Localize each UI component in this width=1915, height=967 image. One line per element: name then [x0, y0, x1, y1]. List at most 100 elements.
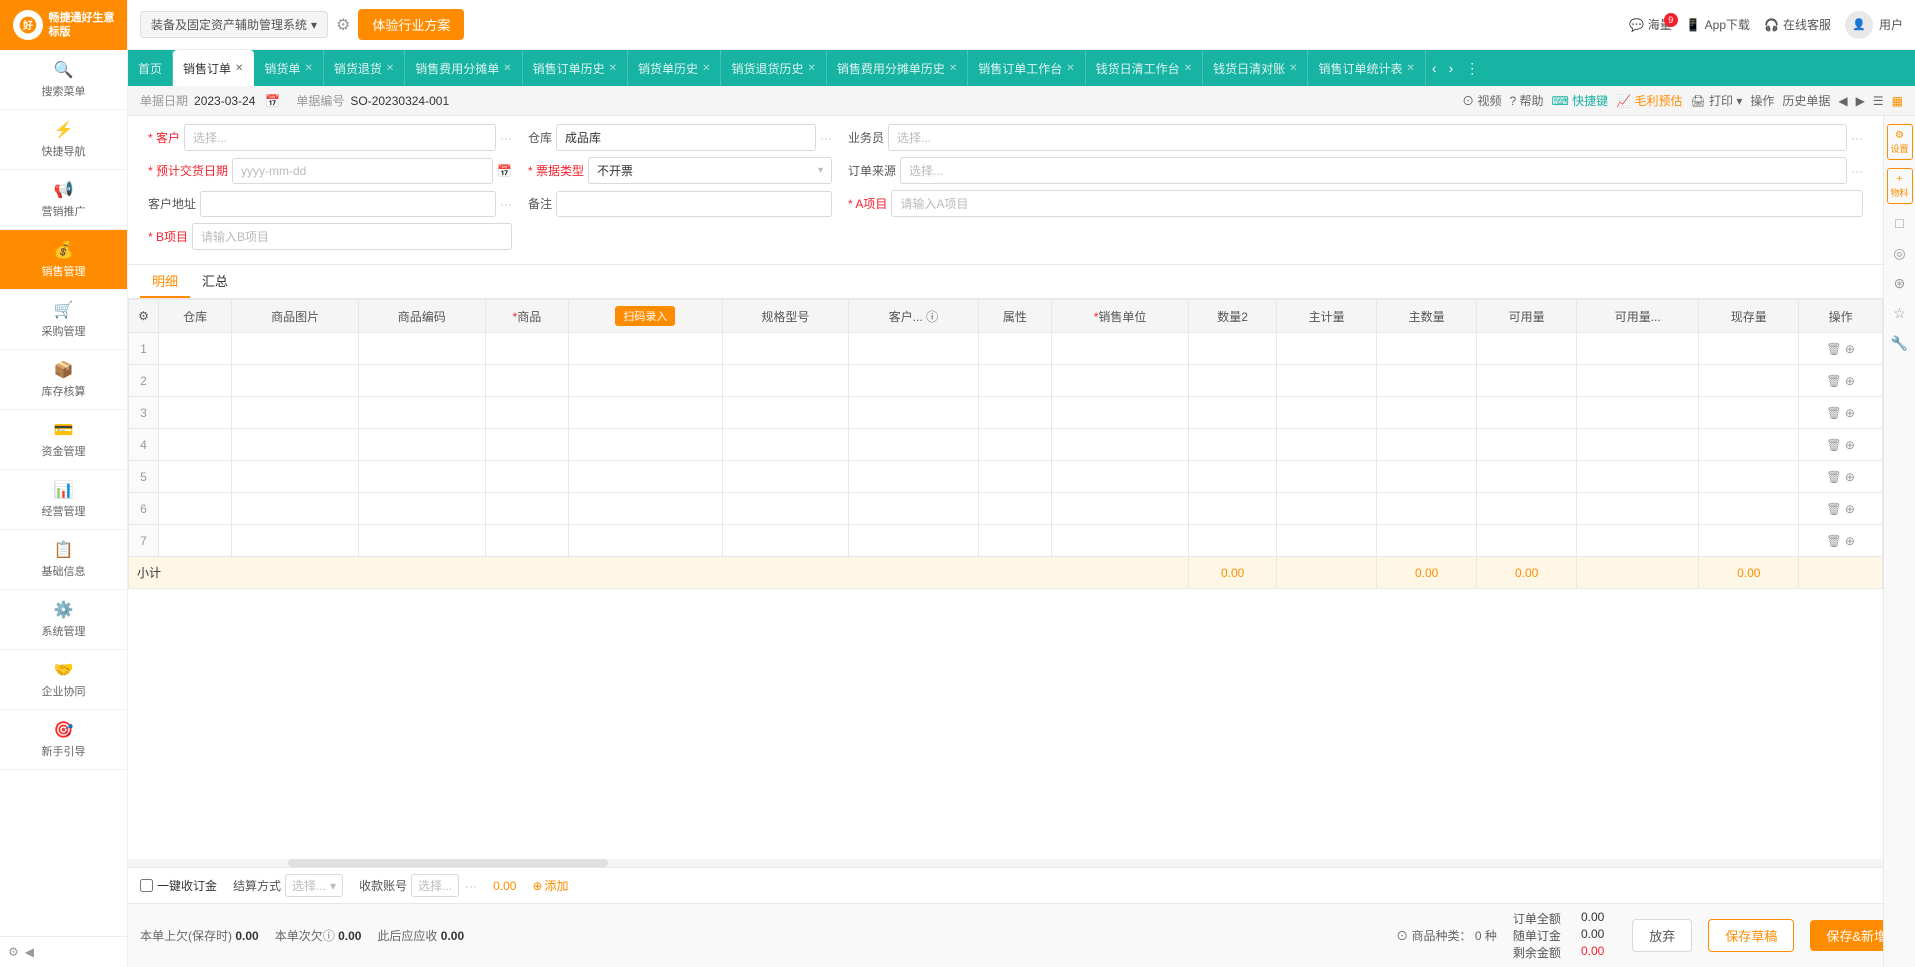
scan-button[interactable]: 扫码录入	[615, 306, 675, 326]
panel-icon-6[interactable]: ☆	[1889, 302, 1911, 324]
tab-goods-history[interactable]: 销货单历史 ✕	[628, 50, 721, 86]
delete-icon[interactable]: 🗑	[1826, 534, 1841, 548]
settings-icon[interactable]: ⚙	[8, 945, 19, 959]
tab-close-icon[interactable]: ✕	[807, 63, 815, 74]
system-selector[interactable]: 装备及固定资产辅助管理系统 ▾	[140, 11, 328, 38]
copy-icon[interactable]: ⊕	[1845, 438, 1855, 452]
row-1-spec[interactable]	[722, 333, 849, 365]
settlement-select[interactable]: 选择... ▾	[285, 874, 343, 897]
tab-close-icon[interactable]: ✕	[1066, 63, 1074, 74]
notice-badge[interactable]: 💬 9 海量	[1629, 16, 1671, 33]
sidebar-item-finance[interactable]: 💳 资金管理	[0, 410, 127, 470]
account-more-btn[interactable]: ···	[465, 879, 477, 893]
tab-close-icon[interactable]: ✕	[1184, 63, 1192, 74]
copy-icon[interactable]: ⊕	[1845, 342, 1855, 356]
tab-daily-workbench[interactable]: 钱货日清工作台 ✕	[1086, 50, 1203, 86]
tab-return-history[interactable]: 销货退货历史 ✕	[721, 50, 826, 86]
list-view-icon[interactable]: ☰	[1873, 94, 1884, 108]
panel-icon-7[interactable]: 🔧	[1889, 332, 1911, 354]
grid-view-icon[interactable]: ▦	[1892, 94, 1903, 108]
tab-expand-btn[interactable]: ⋮	[1459, 60, 1485, 77]
sidebar-item-enterprise[interactable]: 🤝 企业协同	[0, 650, 127, 710]
nav-next-icon[interactable]: ▶	[1856, 94, 1865, 108]
sidebar-item-sales[interactable]: 💰 销售管理	[0, 230, 127, 290]
row-1-code[interactable]	[358, 333, 485, 365]
row-2-warehouse[interactable]	[159, 365, 232, 397]
col-gear[interactable]: ⚙	[129, 300, 159, 333]
tab-summary[interactable]: 汇总	[190, 265, 240, 298]
tab-close-icon[interactable]: ✕	[503, 63, 511, 74]
sidebar-item-inventory[interactable]: 📦 库存核算	[0, 350, 127, 410]
help-btn[interactable]: ? 帮助	[1510, 92, 1544, 109]
calendar-small-icon[interactable]: 📅	[497, 164, 512, 178]
row-1-warehouse[interactable]	[159, 333, 232, 365]
tab-sales-expense[interactable]: 销售费用分摊单 ✕	[405, 50, 522, 86]
panel-icon-4[interactable]: ◎	[1889, 242, 1911, 264]
scrollbar-track[interactable]	[288, 859, 608, 867]
copy-icon[interactable]: ⊕	[1845, 534, 1855, 548]
tab-close-icon[interactable]: ✕	[949, 63, 957, 74]
settings-gear-icon[interactable]: ⚙	[336, 15, 350, 35]
save-draft-button[interactable]: 保存草稿	[1708, 919, 1794, 952]
operation-btn[interactable]: 操作	[1750, 92, 1774, 109]
project-a-input[interactable]: 请输入A项目	[891, 190, 1863, 217]
tab-order-workbench[interactable]: 销售订单工作台 ✕	[968, 50, 1085, 86]
settings-panel-icon[interactable]: ⚙ 设置	[1887, 124, 1913, 160]
sidebar-item-marketing[interactable]: 📢 营销推广	[0, 170, 127, 230]
sidebar-item-guide[interactable]: 🎯 新手引导	[0, 710, 127, 770]
notes-input[interactable]	[556, 191, 832, 217]
calendar-icon[interactable]: 📅	[265, 94, 280, 108]
delete-icon[interactable]: 🗑	[1826, 374, 1841, 388]
tab-sales-goods[interactable]: 销货单 ✕	[254, 50, 323, 86]
customer-input[interactable]: 选择...	[184, 124, 496, 151]
row-1-qty2[interactable]	[1189, 333, 1277, 365]
tab-close-icon[interactable]: ✕	[1289, 63, 1297, 74]
material-panel-icon[interactable]: + 物料	[1887, 168, 1913, 204]
tab-order-stats[interactable]: 销售订单统计表 ✕	[1308, 50, 1425, 86]
sidebar-item-search[interactable]: 🔍 搜索菜单	[0, 50, 127, 110]
tab-expense-history[interactable]: 销售费用分摊单历史 ✕	[827, 50, 968, 86]
invoice-select[interactable]: 不开票 ▾	[588, 157, 832, 184]
online-service[interactable]: 🎧 在线客服	[1764, 16, 1831, 33]
profit-preview-btn[interactable]: 📈 毛利预估	[1616, 92, 1682, 109]
panel-icon-3[interactable]: □	[1889, 212, 1911, 234]
account-select[interactable]: 选择...	[411, 874, 459, 897]
video-btn[interactable]: ⊙ 视频	[1462, 92, 1501, 109]
order-source-input[interactable]: 选择...	[900, 157, 1847, 184]
nav-prev-icon[interactable]: ◀	[1838, 94, 1847, 108]
delivery-input[interactable]: yyyy-mm-dd	[232, 158, 493, 184]
tab-close-icon[interactable]: ✕	[386, 63, 394, 74]
salesperson-more-btn[interactable]: ···	[1851, 131, 1863, 145]
tab-home[interactable]: 首页	[128, 50, 173, 86]
row-1-attr[interactable]	[978, 333, 1051, 365]
sidebar-item-system[interactable]: ⚙️ 系统管理	[0, 590, 127, 650]
sidebar-item-basic[interactable]: 📋 基础信息	[0, 530, 127, 590]
tab-close-icon[interactable]: ✕	[1407, 63, 1415, 74]
discard-button[interactable]: 放弃	[1632, 919, 1692, 952]
delete-icon[interactable]: 🗑	[1826, 342, 1841, 356]
tab-close-icon[interactable]: ✕	[304, 63, 312, 74]
tab-close-icon[interactable]: ✕	[235, 63, 243, 74]
customer-more-btn[interactable]: ···	[500, 131, 512, 145]
col-scan[interactable]: 扫码录入	[569, 300, 722, 333]
warehouse-more-btn[interactable]: ···	[820, 131, 832, 145]
tab-next-btn[interactable]: ›	[1443, 60, 1460, 76]
row-1-customer-spec[interactable]	[849, 333, 979, 365]
tab-sales-order-history[interactable]: 销售订单历史 ✕	[523, 50, 628, 86]
tab-prev-btn[interactable]: ‹	[1426, 60, 1443, 76]
sidebar-item-management[interactable]: 📊 经营管理	[0, 470, 127, 530]
panel-icon-5[interactable]: ⊛	[1889, 272, 1911, 294]
delete-icon[interactable]: 🗑	[1826, 438, 1841, 452]
app-download[interactable]: 📱 App下载	[1686, 16, 1750, 33]
one-click-checkbox[interactable]	[140, 879, 153, 892]
delete-icon[interactable]: 🗑	[1826, 470, 1841, 484]
sidebar-item-purchase[interactable]: 🛒 采购管理	[0, 290, 127, 350]
row-1-unit[interactable]	[1052, 333, 1189, 365]
tab-daily-reconcile[interactable]: 钱货日清对账 ✕	[1203, 50, 1308, 86]
copy-icon[interactable]: ⊕	[1845, 470, 1855, 484]
copy-icon[interactable]: ⊕	[1845, 406, 1855, 420]
shortcut-btn[interactable]: ⌨ 快捷键	[1552, 92, 1609, 109]
sidebar-item-quicknav[interactable]: ⚡ 快捷导航	[0, 110, 127, 170]
delete-icon[interactable]: 🗑	[1826, 406, 1841, 420]
row-1-product[interactable]	[485, 333, 569, 365]
